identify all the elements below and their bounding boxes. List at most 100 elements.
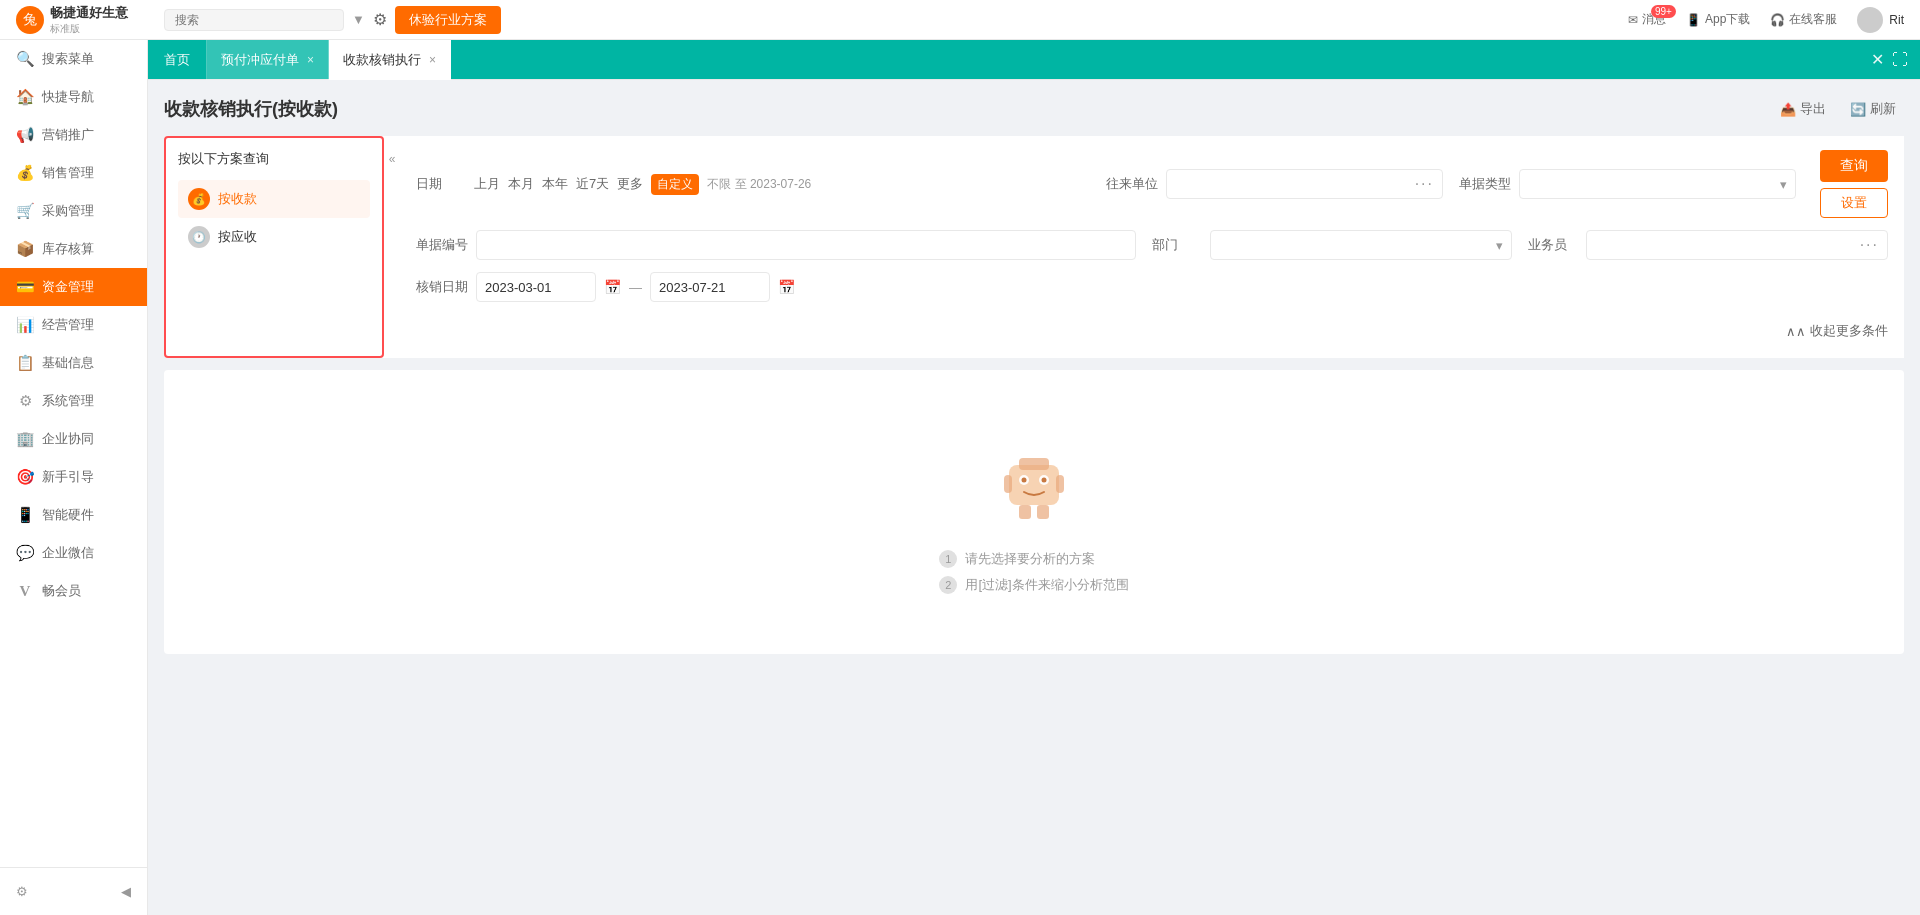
dept-dropdown-arrow: ▾ bbox=[1496, 238, 1503, 253]
empty-tip-2: 2 用[过滤]条件来缩小分析范围 bbox=[939, 576, 1128, 594]
form-row-2: 单据编号 部门 ▾ 业务员 bbox=[416, 230, 1888, 260]
query-btn[interactable]: 查询 bbox=[1820, 150, 1888, 182]
counterpart-ellipsis[interactable]: ··· bbox=[1415, 175, 1434, 193]
svg-rect-6 bbox=[1004, 475, 1012, 493]
search-input[interactable] bbox=[164, 9, 344, 31]
field-date: 日期 上月 本月 本年 近7天 更多 自定义 不限 至 bbox=[416, 174, 1090, 195]
sidebar-item-vip[interactable]: V 畅会员 bbox=[0, 572, 147, 610]
counterpart-label: 往来单位 bbox=[1106, 175, 1158, 193]
date-custom[interactable]: 自定义 bbox=[651, 174, 699, 195]
calendar-start-icon[interactable]: 📅 bbox=[604, 279, 621, 295]
main-layout: 🔍 搜索菜单 🏠 快捷导航 📢 营销推广 💰 销售管理 🛒 采购管理 📦 库存核… bbox=[0, 40, 1920, 915]
doc-type-label: 单据类型 bbox=[1459, 175, 1511, 193]
setting-btn[interactable]: 设置 bbox=[1820, 188, 1888, 218]
refresh-btn[interactable]: 🔄 刷新 bbox=[1842, 96, 1904, 122]
svg-rect-9 bbox=[1037, 505, 1049, 519]
sidebar-item-shortcut[interactable]: 🏠 快捷导航 bbox=[0, 78, 147, 116]
counterpart-select[interactable]: ··· bbox=[1166, 169, 1443, 199]
filter-option-receivable[interactable]: 🕐 按应收 bbox=[178, 218, 370, 256]
sidebar-item-purchase[interactable]: 🛒 采购管理 bbox=[0, 192, 147, 230]
app-download-btn[interactable]: 📱 App下载 bbox=[1686, 11, 1750, 28]
user-info: Rit bbox=[1857, 7, 1904, 33]
sidebar-item-search[interactable]: 🔍 搜索菜单 bbox=[0, 40, 147, 78]
staff-ellipsis[interactable]: ··· bbox=[1860, 236, 1879, 254]
staff-select[interactable]: ··· bbox=[1586, 230, 1888, 260]
tab-close-prepay[interactable]: × bbox=[307, 53, 314, 67]
sidebar-label: 搜索菜单 bbox=[42, 50, 94, 68]
doc-no-input[interactable] bbox=[476, 230, 1136, 260]
sidebar-item-sales[interactable]: 💰 销售管理 bbox=[0, 154, 147, 192]
marketing-icon: 📢 bbox=[16, 126, 34, 144]
verify-date-start[interactable] bbox=[476, 272, 596, 302]
sidebar-label: 采购管理 bbox=[42, 202, 94, 220]
tab-home[interactable]: 首页 bbox=[148, 40, 207, 80]
sidebar-item-guide[interactable]: 🎯 新手引导 bbox=[0, 458, 147, 496]
sidebar-item-basic[interactable]: 📋 基础信息 bbox=[0, 344, 147, 382]
enterprise-icon: 🏢 bbox=[16, 430, 34, 448]
export-btn[interactable]: 📤 导出 bbox=[1772, 96, 1834, 122]
tab-close-receivable[interactable]: × bbox=[429, 53, 436, 67]
page-title: 收款核销执行(按收款) bbox=[164, 97, 338, 121]
sidebar-label: 基础信息 bbox=[42, 354, 94, 372]
app-logo: 兔 畅捷通好生意 标准版 bbox=[16, 4, 156, 36]
svg-point-4 bbox=[1022, 478, 1027, 483]
tip-num-1: 1 bbox=[939, 550, 957, 568]
date-this-year[interactable]: 本年 bbox=[542, 175, 568, 193]
filter-panel: 按以下方案查询 💰 按收款 🕐 按应收 bbox=[164, 136, 384, 358]
sidebar-label: 企业协同 bbox=[42, 430, 94, 448]
sidebar-item-system[interactable]: ⚙ 系统管理 bbox=[0, 382, 147, 420]
date-label: 日期 bbox=[416, 175, 466, 193]
collapse-filter-btn[interactable]: « bbox=[384, 152, 400, 166]
sidebar-item-hardware[interactable]: 📱 智能硬件 bbox=[0, 496, 147, 534]
collapse-conditions-btn[interactable]: ∧∧ 收起更多条件 bbox=[1786, 318, 1888, 344]
empty-tips: 1 请先选择要分析的方案 2 用[过滤]条件来缩小分析范围 bbox=[939, 550, 1128, 594]
empty-illustration bbox=[984, 430, 1084, 530]
field-counterpart: 往来单位 ··· bbox=[1106, 169, 1443, 199]
date-more[interactable]: 更多 bbox=[617, 175, 643, 193]
sidebar-item-operation[interactable]: 📊 经营管理 bbox=[0, 306, 147, 344]
sidebar: 🔍 搜索菜单 🏠 快捷导航 📢 营销推广 💰 销售管理 🛒 采购管理 📦 库存核… bbox=[0, 40, 148, 915]
date-last-month[interactable]: 上月 bbox=[474, 175, 500, 193]
sidebar-item-inventory[interactable]: 📦 库存核算 bbox=[0, 230, 147, 268]
receipt-icon: 💰 bbox=[188, 188, 210, 210]
svg-rect-7 bbox=[1056, 475, 1064, 493]
top-actions: ✉ 消息 99+ 📱 App下载 🎧 在线客服 Rit bbox=[1628, 7, 1904, 33]
gear-icon[interactable]: ⚙ bbox=[373, 10, 387, 29]
collapse-icon[interactable]: ◀ bbox=[121, 884, 131, 899]
export-icon: 📤 bbox=[1780, 102, 1796, 117]
finance-icon: 💳 bbox=[16, 278, 34, 296]
sidebar-label: 库存核算 bbox=[42, 240, 94, 258]
tip-text-2: 用[过滤]条件来缩小分析范围 bbox=[965, 576, 1128, 594]
industry-btn[interactable]: 休验行业方案 bbox=[395, 6, 501, 34]
app-name: 畅捷通好生意 bbox=[50, 4, 128, 22]
sidebar-item-marketing[interactable]: 📢 营销推广 bbox=[0, 116, 147, 154]
department-select[interactable]: ▾ bbox=[1210, 230, 1512, 260]
date-shortcuts: 上月 本月 本年 近7天 更多 自定义 bbox=[474, 174, 699, 195]
expand-btn[interactable]: ⛶ bbox=[1892, 51, 1908, 69]
sidebar-label: 系统管理 bbox=[42, 392, 94, 410]
dropdown-icon[interactable]: ▼ bbox=[352, 12, 365, 27]
tab-prepay[interactable]: 预付冲应付单 × bbox=[207, 40, 329, 80]
search-icon: 🔍 bbox=[16, 50, 34, 68]
sidebar-settings-btn[interactable]: ⚙ ◀ bbox=[0, 876, 147, 907]
sidebar-label: 企业微信 bbox=[42, 544, 94, 562]
verify-date-end[interactable] bbox=[650, 272, 770, 302]
sidebar-bottom: ⚙ ◀ bbox=[0, 867, 147, 915]
tab-bar-actions: ✕ ⛶ bbox=[1871, 50, 1920, 69]
date-this-month[interactable]: 本月 bbox=[508, 175, 534, 193]
sidebar-item-finance[interactable]: 💳 资金管理 bbox=[0, 268, 147, 306]
filter-option-receipt[interactable]: 💰 按收款 bbox=[178, 180, 370, 218]
message-btn[interactable]: ✉ 消息 99+ bbox=[1628, 11, 1666, 28]
tab-receivable[interactable]: 收款核销执行 × bbox=[329, 40, 451, 80]
doc-type-select[interactable]: ▾ bbox=[1519, 169, 1796, 199]
calendar-end-icon[interactable]: 📅 bbox=[778, 279, 795, 295]
filter-option-label: 按收款 bbox=[218, 190, 257, 208]
sidebar-item-wechat[interactable]: 💬 企业微信 bbox=[0, 534, 147, 572]
svg-rect-8 bbox=[1019, 505, 1031, 519]
close-window-btn[interactable]: ✕ bbox=[1871, 50, 1884, 69]
download-icon: 📱 bbox=[1686, 13, 1701, 27]
online-service-btn[interactable]: 🎧 在线客服 bbox=[1770, 11, 1837, 28]
sidebar-item-enterprise[interactable]: 🏢 企业协同 bbox=[0, 420, 147, 458]
collapse-up-icon: ∧∧ bbox=[1786, 324, 1806, 339]
date-7days[interactable]: 近7天 bbox=[576, 175, 609, 193]
